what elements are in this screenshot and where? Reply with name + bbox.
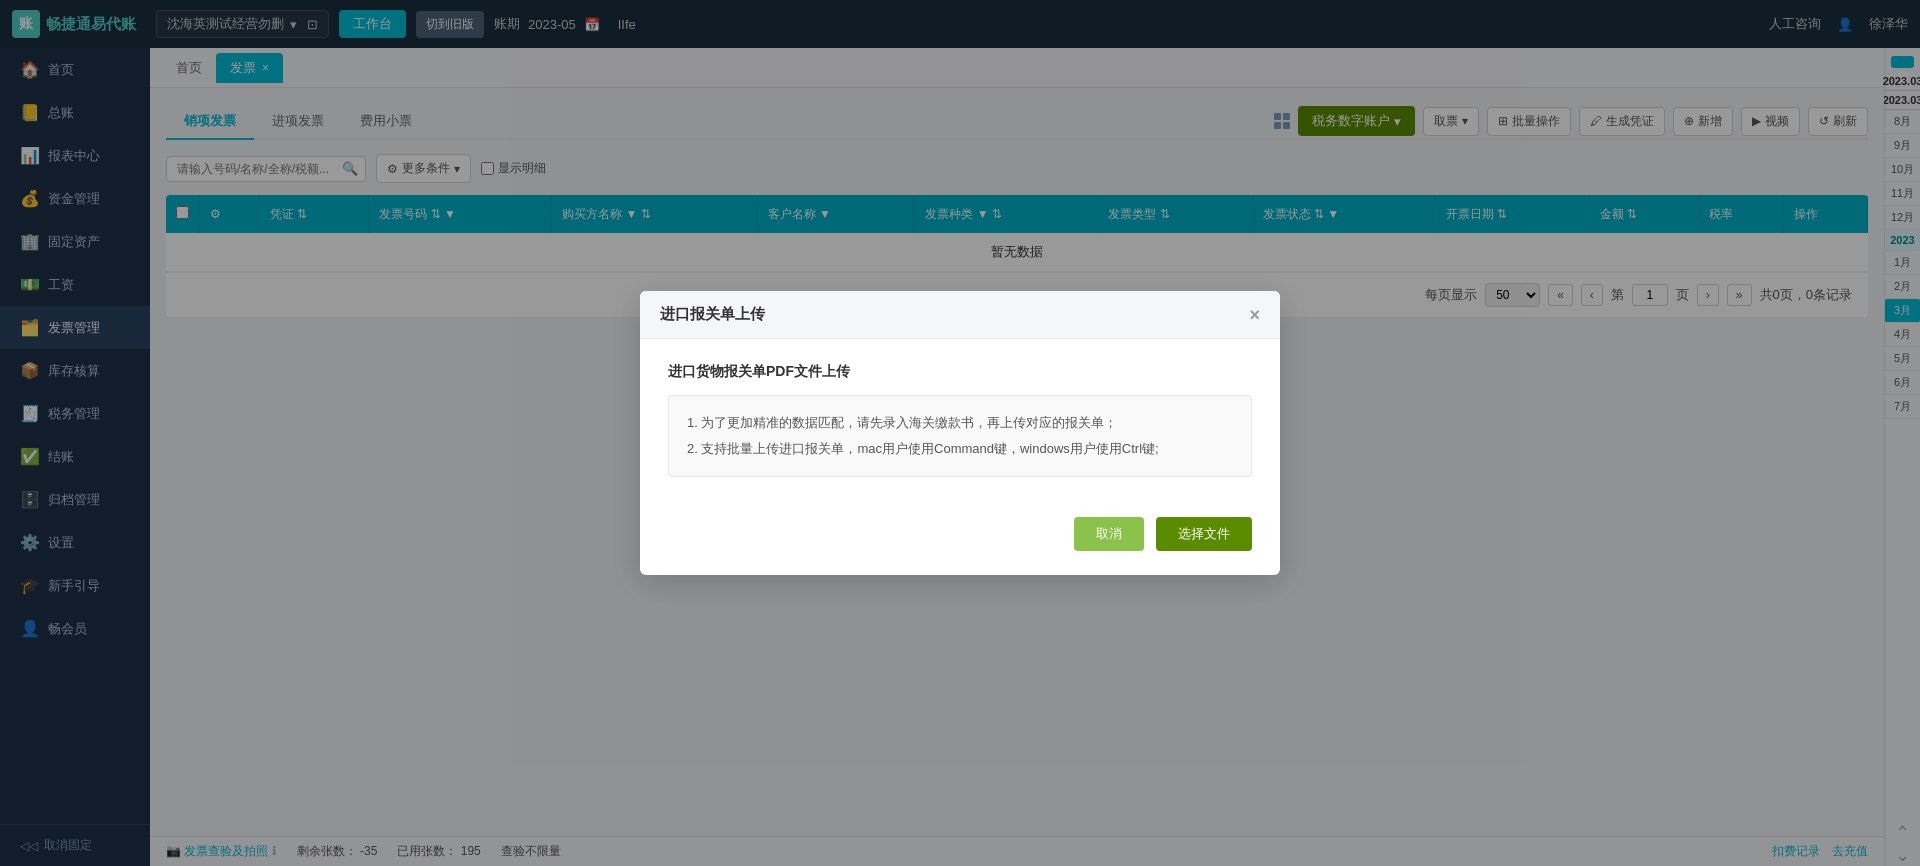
modal-close-button[interactable]: × [1249, 306, 1260, 324]
modal-title: 进口报关单上传 [660, 305, 765, 324]
modal-select-file-button[interactable]: 选择文件 [1156, 517, 1252, 551]
modal-info-line-2: 2. 支持批量上传进口报关单，mac用户使用Command键，windows用户… [687, 436, 1233, 462]
modal-info-box: 1. 为了更加精准的数据匹配，请先录入海关缴款书，再上传对应的报关单； 2. 支… [668, 395, 1252, 477]
modal-header: 进口报关单上传 × [640, 291, 1280, 339]
import-customs-modal: 进口报关单上传 × 进口货物报关单PDF文件上传 1. 为了更加精准的数据匹配，… [640, 291, 1280, 575]
modal-overlay: 进口报关单上传 × 进口货物报关单PDF文件上传 1. 为了更加精准的数据匹配，… [0, 0, 1920, 866]
modal-footer: 取消 选择文件 [640, 501, 1280, 575]
modal-body: 进口货物报关单PDF文件上传 1. 为了更加精准的数据匹配，请先录入海关缴款书，… [640, 339, 1280, 501]
modal-content-title: 进口货物报关单PDF文件上传 [668, 363, 1252, 381]
modal-cancel-button[interactable]: 取消 [1074, 517, 1144, 551]
modal-info-line-1: 1. 为了更加精准的数据匹配，请先录入海关缴款书，再上传对应的报关单； [687, 410, 1233, 436]
